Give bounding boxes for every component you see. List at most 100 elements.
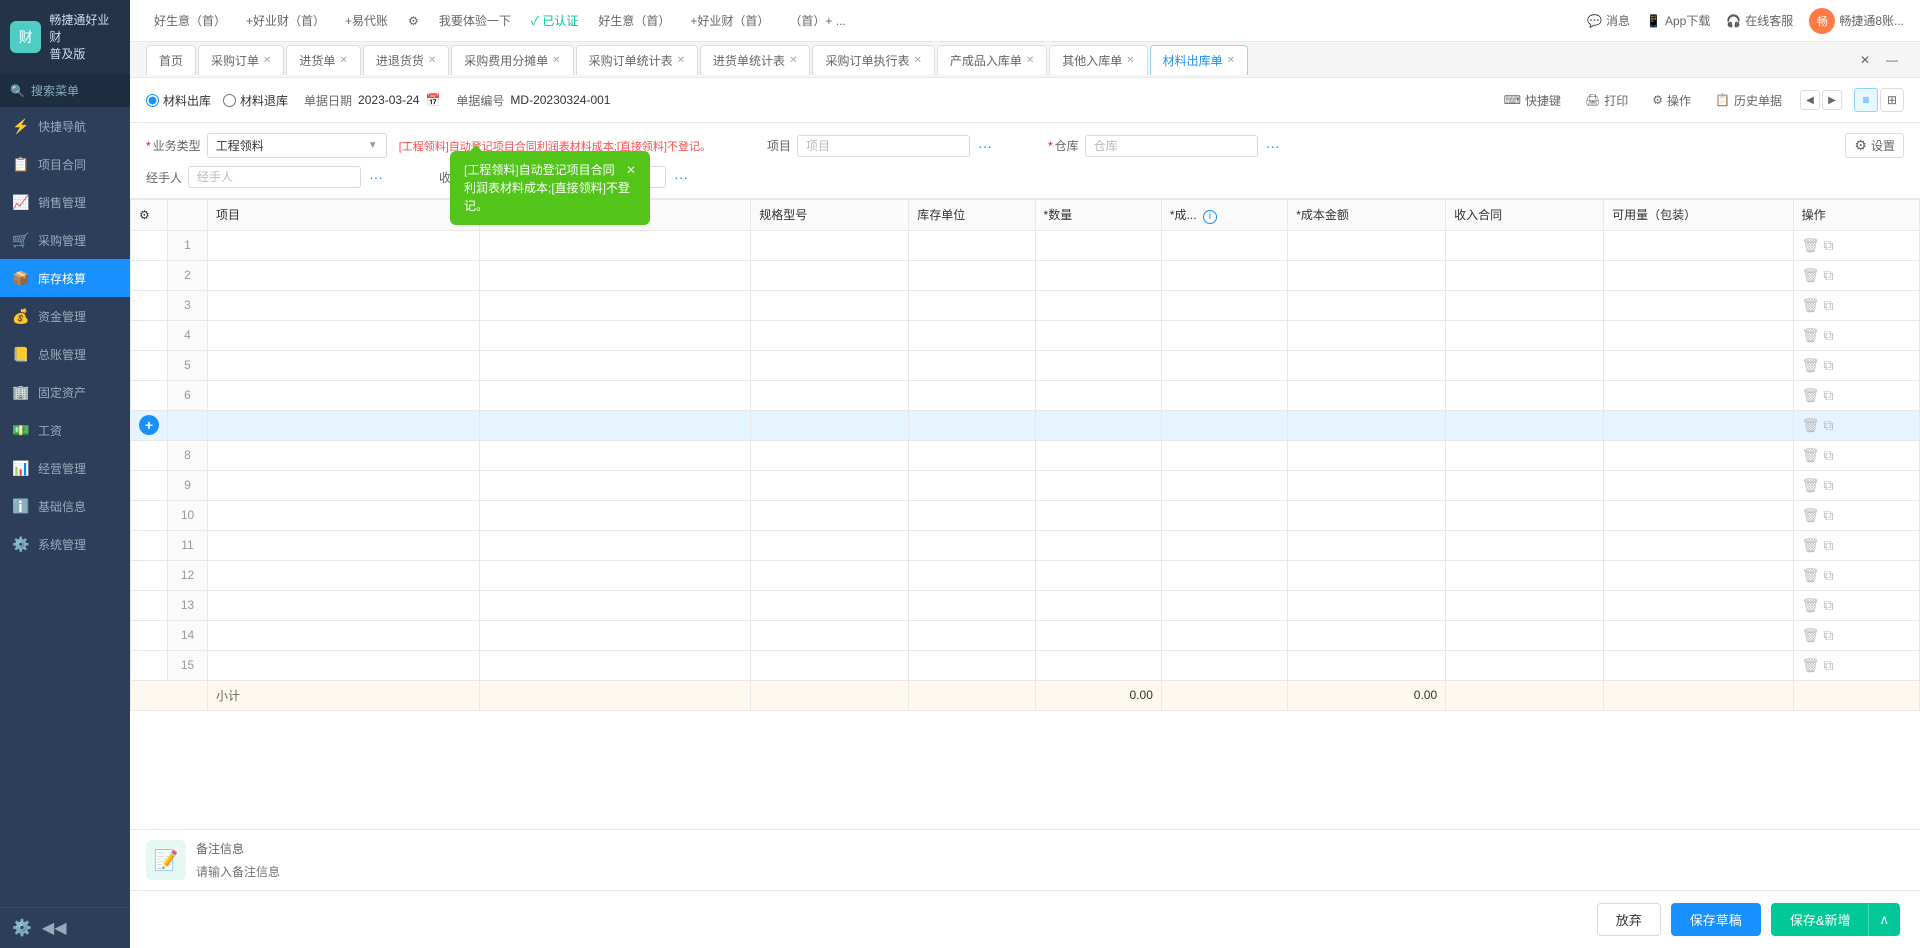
- save-new-button[interactable]: 保存&新增: [1771, 903, 1869, 936]
- delete-icon[interactable]: 🗑: [1802, 297, 1820, 314]
- td-material-6[interactable]: [479, 380, 751, 410]
- topbar-nav-haoshengyi[interactable]: 好生意（首）: [146, 8, 234, 33]
- td-cost-6[interactable]: [1161, 380, 1287, 410]
- td-available-5[interactable]: [1604, 350, 1794, 380]
- td-unit-11[interactable]: [909, 530, 1035, 560]
- td-project-2[interactable]: [208, 260, 480, 290]
- tab-purchase-cost[interactable]: 采购费用分摊单 ✕: [451, 45, 573, 75]
- td-cost-amt-6[interactable]: [1288, 380, 1446, 410]
- td-available-12[interactable]: [1604, 560, 1794, 590]
- td-project-15[interactable]: [208, 650, 480, 680]
- tab-close-window[interactable]: ✕: [1854, 51, 1876, 69]
- td-cost-amt-9[interactable]: [1288, 470, 1446, 500]
- td-available-14[interactable]: [1604, 620, 1794, 650]
- material-cell-input[interactable]: [488, 418, 743, 432]
- sidebar-item-system[interactable]: ⚙️ 系统管理: [0, 525, 130, 563]
- td-material-9[interactable]: [479, 470, 751, 500]
- operate-btn[interactable]: ⚙ 操作: [1646, 89, 1697, 112]
- topbar-message[interactable]: 💬 消息: [1587, 12, 1630, 29]
- td-unit-8[interactable]: [909, 440, 1035, 470]
- project-cell-input[interactable]: [216, 418, 471, 432]
- copy-icon[interactable]: ⧉: [1823, 357, 1833, 374]
- td-income-8[interactable]: [1446, 440, 1604, 470]
- td-cost-amt-3[interactable]: [1288, 290, 1446, 320]
- tab-close-icon[interactable]: ✕: [677, 55, 685, 66]
- settings-bottom-icon[interactable]: ⚙️: [12, 918, 32, 938]
- td-cost-2[interactable]: [1161, 260, 1287, 290]
- td-spec-9[interactable]: [751, 470, 909, 500]
- td-material-5[interactable]: [479, 350, 751, 380]
- td-project-10[interactable]: [208, 500, 480, 530]
- history-btn[interactable]: 📋 历史单据: [1709, 89, 1788, 112]
- td-qty-5[interactable]: [1035, 350, 1161, 380]
- warehouse-ellipsis[interactable]: ···: [1266, 138, 1280, 154]
- td-spec-6[interactable]: [751, 380, 909, 410]
- td-available-11[interactable]: [1604, 530, 1794, 560]
- td-income-6[interactable]: [1446, 380, 1604, 410]
- td-material-7[interactable]: [479, 410, 751, 440]
- prev-arrow[interactable]: ◀: [1800, 90, 1820, 110]
- td-available-2[interactable]: [1604, 260, 1794, 290]
- td-unit-6[interactable]: [909, 380, 1035, 410]
- tab-close-icon[interactable]: ✕: [552, 55, 560, 66]
- sidebar-item-assets[interactable]: 🏢 固定资产: [0, 373, 130, 411]
- delete-icon[interactable]: 🗑: [1802, 417, 1820, 434]
- td-project-8[interactable]: [208, 440, 480, 470]
- td-income-15[interactable]: [1446, 650, 1604, 680]
- td-spec-12[interactable]: [751, 560, 909, 590]
- td-project-12[interactable]: [208, 560, 480, 590]
- td-project-5[interactable]: [208, 350, 480, 380]
- td-material-14[interactable]: [479, 620, 751, 650]
- td-cost-5[interactable]: [1161, 350, 1287, 380]
- delete-icon[interactable]: 🗑: [1802, 267, 1820, 284]
- tab-inbound-return[interactable]: 进退货货 ✕: [363, 45, 449, 75]
- td-cost-amt-2[interactable]: [1288, 260, 1446, 290]
- td-project-3[interactable]: [208, 290, 480, 320]
- td-available-3[interactable]: [1604, 290, 1794, 320]
- sidebar-item-sales[interactable]: 📈 销售管理: [0, 183, 130, 221]
- tab-close-icon[interactable]: ✕: [1126, 55, 1134, 66]
- td-unit-2[interactable]: [909, 260, 1035, 290]
- td-qty-14[interactable]: [1035, 620, 1161, 650]
- delete-icon[interactable]: 🗑: [1802, 627, 1820, 644]
- tab-purchase-order[interactable]: 采购订单 ✕: [198, 45, 284, 75]
- copy-icon[interactable]: ⧉: [1823, 297, 1833, 314]
- handler-input[interactable]: [188, 166, 361, 188]
- td-income-13[interactable]: [1446, 590, 1604, 620]
- topbar-online-service[interactable]: 🎧 在线客服: [1726, 12, 1793, 29]
- td-spec-13[interactable]: [751, 590, 909, 620]
- calendar-icon[interactable]: 📅: [425, 93, 440, 107]
- tab-close-icon[interactable]: ✕: [1227, 55, 1235, 66]
- td-spec-14[interactable]: [751, 620, 909, 650]
- td-unit-3[interactable]: [909, 290, 1035, 320]
- td-unit-13[interactable]: [909, 590, 1035, 620]
- copy-icon[interactable]: ⧉: [1823, 597, 1833, 614]
- tab-close-icon[interactable]: ✕: [1026, 55, 1034, 66]
- td-available-8[interactable]: [1604, 440, 1794, 470]
- copy-icon[interactable]: ⧉: [1823, 567, 1833, 584]
- settings-button[interactable]: ⚙ 设置: [1845, 133, 1904, 158]
- handler-ellipsis[interactable]: ···: [369, 169, 383, 185]
- project-input[interactable]: [797, 135, 970, 157]
- td-spec-7[interactable]: [751, 410, 909, 440]
- copy-icon[interactable]: ⧉: [1823, 627, 1833, 644]
- td-cost-amt-8[interactable]: [1288, 440, 1446, 470]
- td-cost-10[interactable]: [1161, 500, 1287, 530]
- warehouse-input[interactable]: [1085, 135, 1258, 157]
- td-material-13[interactable]: [479, 590, 751, 620]
- td-available-9[interactable]: [1604, 470, 1794, 500]
- delete-icon[interactable]: 🗑: [1802, 657, 1820, 674]
- shortcut-btn[interactable]: ⌨ 快捷键: [1498, 89, 1567, 112]
- td-qty-10[interactable]: [1035, 500, 1161, 530]
- td-cost-15[interactable]: [1161, 650, 1287, 680]
- td-cost-9[interactable]: [1161, 470, 1287, 500]
- td-cost-4[interactable]: [1161, 320, 1287, 350]
- delete-icon[interactable]: 🗑: [1802, 447, 1820, 464]
- td-project-13[interactable]: [208, 590, 480, 620]
- tab-close-icon[interactable]: ✕: [789, 55, 797, 66]
- td-cost-1[interactable]: [1161, 230, 1287, 260]
- td-cost-amt-13[interactable]: [1288, 590, 1446, 620]
- delete-icon[interactable]: 🗑: [1802, 327, 1820, 344]
- tab-purchase-execution[interactable]: 采购订单执行表 ✕: [812, 45, 934, 75]
- td-qty-9[interactable]: [1035, 470, 1161, 500]
